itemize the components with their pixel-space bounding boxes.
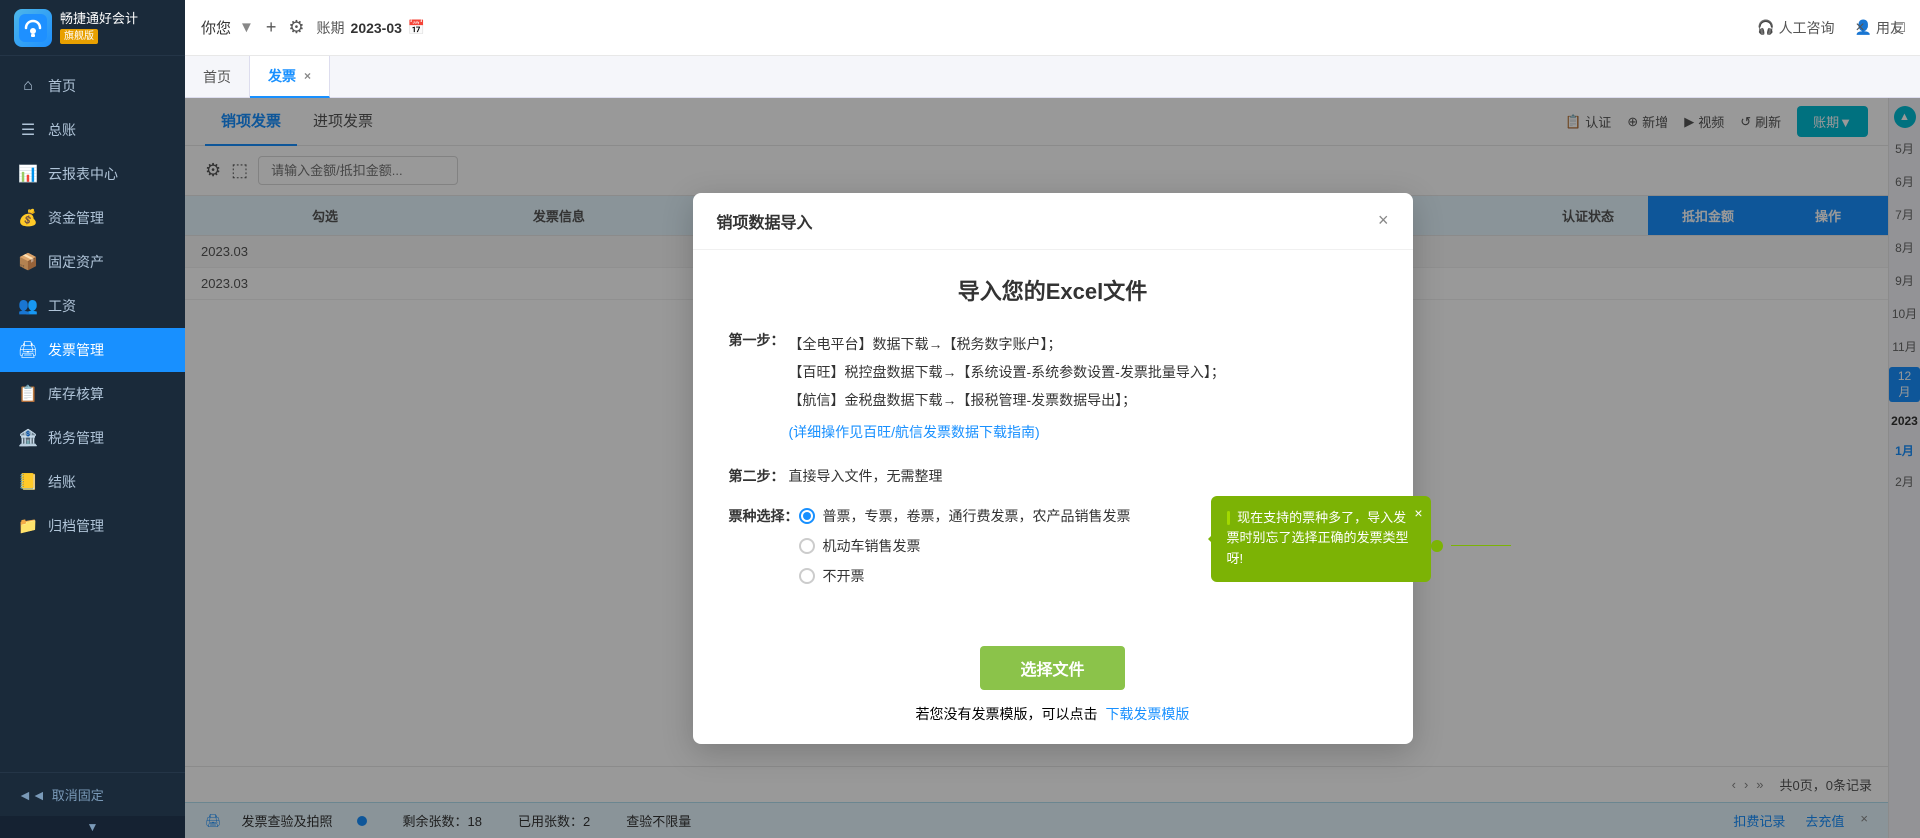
logo-icon [14,9,52,47]
sidebar-scroll-down[interactable]: ▼ [0,816,185,838]
company-dropdown-arrow: ▼ [239,19,254,36]
assets-icon: 📦 [18,252,38,272]
funds-icon: 💰 [18,208,38,228]
ticket-options: 普票，专票，卷票，通行费发票，农产品销售发票 机动车销售发票 [799,506,1131,586]
topbar: 你您 ▼ + ⚙ 账期 2023-03 📅 🎧 人工咨询 👤 用友 [185,0,1920,56]
step1-content: 【全电平台】数据下载→【税务数字账户】； 【百旺】税控盘数据下载→【系统设置-系… [789,330,1225,446]
ticket-select: 票种选择： 普票，专票，卷票，通行费发票，农产品销售发票 [729,506,1377,586]
step2-content: 直接导入文件，无需整理 [789,466,943,486]
archive-icon: 📁 [18,516,38,536]
dialog-footer: 选择文件 若您没有发票模版，可以点击 下载发票模版 [693,636,1413,744]
sidebar-nav: ⌂ 首页 ☰ 总账 📊 云报表中心 💰 资金管理 📦 固定资产 👥 工资 🖨 发… [0,56,185,772]
sidebar-item-funds[interactable]: 💰 资金管理 [0,196,185,240]
dialog-close-button[interactable]: × [1378,210,1389,231]
content-area: 销项发票 进项发票 📋 认证 ⊕ 新增 [185,98,1920,838]
window-maximize-button[interactable]: □ [1880,8,1920,48]
radio-3 [799,568,815,584]
headset-icon: 🎧 [1757,19,1774,36]
sidebar-item-reports[interactable]: 📊 云报表中心 [0,152,185,196]
calendar-icon[interactable]: 📅 [408,19,425,36]
dialog-title: 销项数据导入 [717,209,813,233]
sidebar-logo: 畅捷通好会计 旗舰版 [0,0,185,56]
window-controls: × □ [1840,0,1920,56]
radio-2 [799,538,815,554]
sidebar-item-payroll[interactable]: 👥 工资 [0,284,185,328]
ticket-option-1[interactable]: 普票，专票，卷票，通行费发票，农产品销售发票 [799,506,1131,526]
sidebar-item-inventory[interactable]: 📋 库存核算 [0,372,185,416]
reports-icon: 📊 [18,164,38,184]
sidebar: 畅捷通好会计 旗舰版 ⌂ 首页 ☰ 总账 📊 云报表中心 💰 资金管理 📦 固定… [0,0,185,838]
step-1: 第一步： 【全电平台】数据下载→【税务数字账户】； 【百旺】税控盘数据下载→【系… [729,330,1377,446]
dialog-main-title: 导入您的Excel文件 [729,274,1377,306]
step-2: 第二步： 直接导入文件，无需整理 [729,466,1377,486]
sidebar-item-ledger[interactable]: ☰ 总账 [0,108,185,152]
tooltip-close[interactable]: × [1414,502,1422,524]
sidebar-item-close[interactable]: 📒 结账 [0,460,185,504]
sidebar-item-invoice[interactable]: 🖨 发票管理 [0,328,185,372]
ticket-label: 票种选择： [729,506,799,526]
period-display: 账期 2023-03 📅 [317,18,426,38]
dialog-header: 销项数据导入 × [693,193,1413,250]
download-hint: 若您没有发票模版，可以点击 下载发票模版 [916,704,1190,724]
import-dialog: 销项数据导入 × 导入您的Excel文件 第一步： 【全电平台】数据下载→【税务… [693,193,1413,744]
download-template-link[interactable]: 下载发票模版 [1105,706,1189,722]
add-button[interactable]: + [266,17,277,38]
ticket-option-2[interactable]: 机动车销售发票 [799,536,1131,556]
dialog-body: 导入您的Excel文件 第一步： 【全电平台】数据下载→【税务数字账户】； 【百… [693,250,1413,636]
close-icon: 📒 [18,472,38,492]
support-button[interactable]: 🎧 人工咨询 [1757,18,1834,38]
sidebar-item-archive[interactable]: 📁 归档管理 [0,504,185,548]
tab-invoice[interactable]: 发票 × [250,56,330,98]
radio-1 [799,508,815,524]
logo-text: 畅捷通好会计 旗舰版 [60,11,138,45]
select-file-button[interactable]: 选择文件 [980,646,1124,690]
sidebar-item-home[interactable]: ⌂ 首页 [0,64,185,108]
guide-link[interactable]: (详细操作见百旺/航信发票数据下载指南) [789,424,1040,440]
window-close-button[interactable]: × [1840,8,1880,48]
home-icon: ⌂ [18,76,38,96]
tooltip-bubble: 现在支持的票种多了，导入发票时别忘了选择正确的发票类型呀! × [1211,496,1431,582]
step2-label: 第二步： [729,466,789,486]
settings-icon[interactable]: ⚙ [288,17,304,38]
sidebar-item-tax[interactable]: 🏦 税务管理 [0,416,185,460]
payroll-icon: 👥 [18,296,38,316]
tab-home[interactable]: 首页 [185,56,250,98]
modal-overlay: 销项数据导入 × 导入您的Excel文件 第一步： 【全电平台】数据下载→【税务… [185,98,1920,838]
step1-label: 第一步： [729,330,789,350]
inventory-icon: 📋 [18,384,38,404]
ledger-icon: ☰ [18,120,38,140]
main-area: 你您 ▼ + ⚙ 账期 2023-03 📅 🎧 人工咨询 👤 用友 [185,0,1920,838]
tab-close-invoice[interactable]: × [304,69,311,83]
invoice-icon: 🖨 [18,340,38,360]
sidebar-item-assets[interactable]: 📦 固定资产 [0,240,185,284]
tabs-bar: 首页 发票 × [185,56,1920,98]
tax-icon: 🏦 [18,428,38,448]
company-selector[interactable]: 你您 ▼ [201,17,254,38]
indicator-dot [1431,540,1443,552]
ticket-option-3[interactable]: 不开票 [799,566,1131,586]
sidebar-footer-cancel-pin[interactable]: ◄◄ 取消固定 [0,772,185,816]
